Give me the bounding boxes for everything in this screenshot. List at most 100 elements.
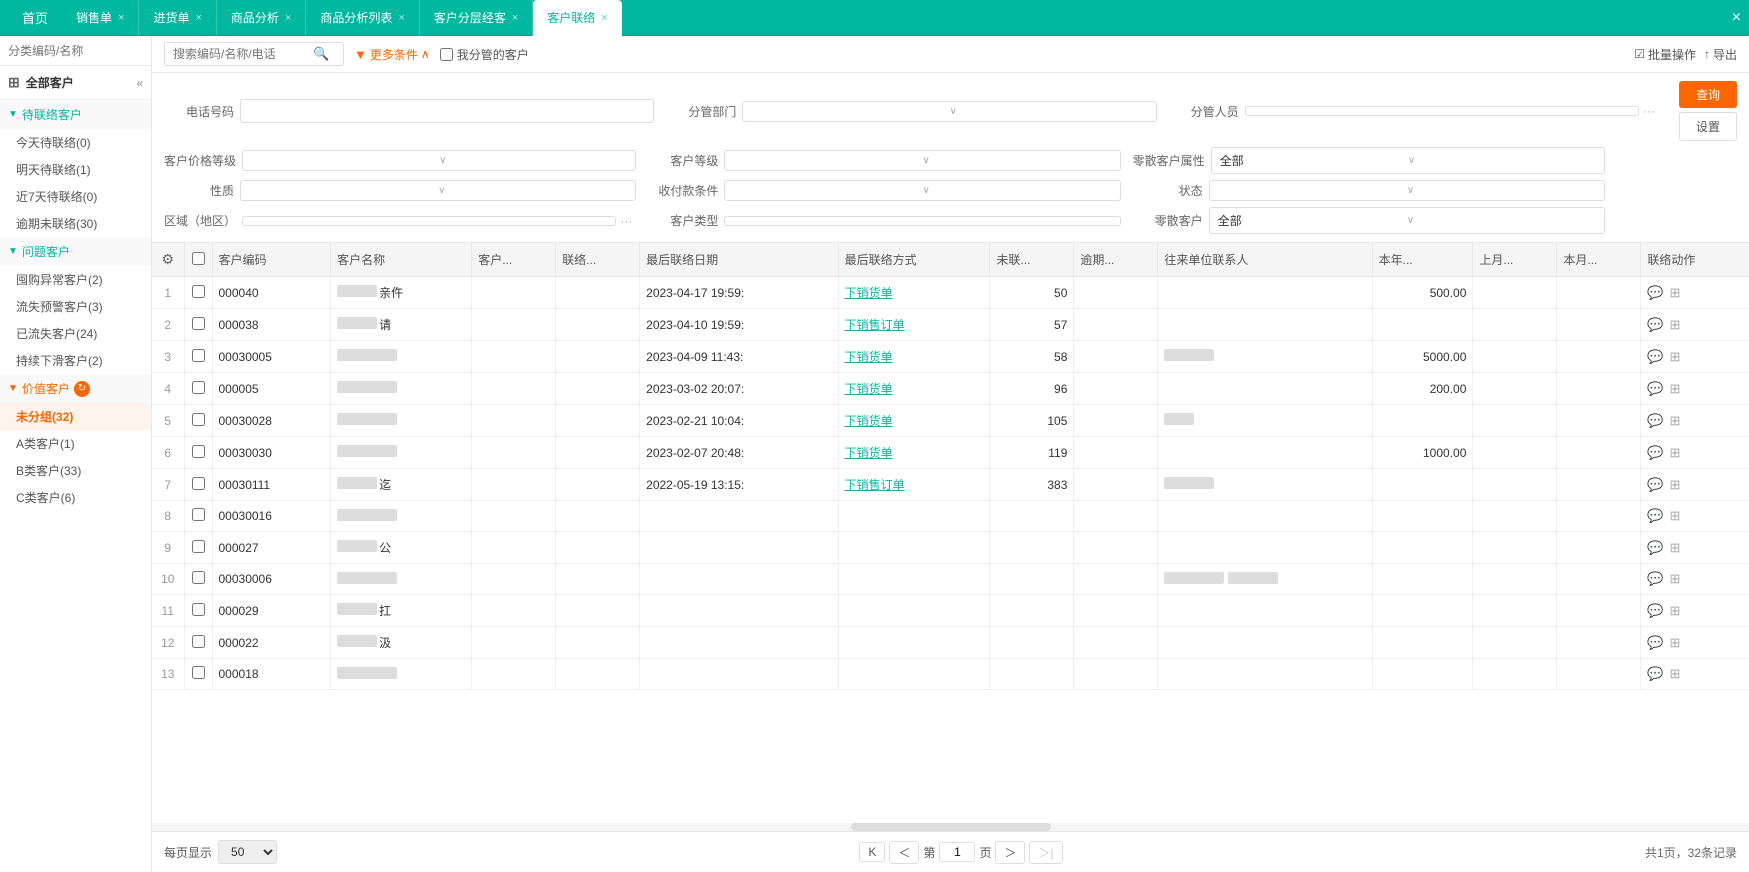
sidebar-all-customers[interactable]: ⊞ 全部客户 « [0,66,151,100]
batch-operation-button[interactable]: ☑ 批量操作 [1634,46,1696,63]
filter-retail-select[interactable]: 全部 ∨ [1209,207,1605,234]
more-action-icon[interactable]: ⊞ [1670,571,1681,587]
filter-customer-level-select[interactable]: ∨ [724,150,1120,171]
filter-nature-select[interactable]: ∨ [240,180,636,201]
row-checkbox[interactable] [192,571,205,584]
sidebar-item-tomorrow[interactable]: 明天待联络(1) [0,156,151,183]
filter-status-select[interactable]: ∨ [1209,180,1605,201]
row-checkbox-cell[interactable] [184,437,212,469]
th-checkbox[interactable] [184,243,212,277]
row-checkbox[interactable] [192,317,205,330]
more-icon[interactable]: ··· [620,214,632,228]
contact-icon[interactable]: 💬 [1647,540,1663,556]
more-action-icon[interactable]: ⊞ [1670,508,1681,524]
sidebar-item-c-class[interactable]: C类客户(6) [0,484,151,511]
sidebar-item-overdue[interactable]: 逾期未联络(30) [0,210,151,237]
row-checkbox[interactable] [192,635,205,648]
more-options-icon[interactable]: ··· [1643,104,1655,118]
contact-way-link[interactable]: 下销货单 [845,286,893,300]
close-icon[interactable]: × [285,12,291,24]
contact-icon[interactable]: 💬 [1647,413,1663,429]
tab-purchase-order[interactable]: 进货单 × [139,0,216,36]
tab-sales-order[interactable]: 销售单 × [62,0,139,36]
close-icon[interactable]: × [512,12,518,24]
row-checkbox[interactable] [192,666,205,679]
filter-retail-attr-select[interactable]: 全部 ∨ [1211,147,1605,174]
row-checkbox-cell[interactable] [184,469,212,501]
close-icon[interactable]: × [118,12,124,24]
more-action-icon[interactable]: ⊞ [1670,666,1681,682]
contact-icon[interactable]: 💬 [1647,477,1663,493]
more-action-icon[interactable]: ⊞ [1670,603,1681,619]
more-action-icon[interactable]: ⊞ [1670,635,1681,651]
reset-button[interactable]: 设置 [1679,112,1737,141]
sidebar-item-b-class[interactable]: B类客户(33) [0,457,151,484]
sidebar-item-abnormal[interactable]: 囤购异常客户(2) [0,266,151,293]
last-page-button[interactable]: ＞| [1029,841,1062,864]
filter-region-select[interactable] [242,216,616,226]
row-checkbox-cell[interactable] [184,627,212,659]
next-page-button[interactable]: ＞ [995,841,1025,864]
row-checkbox[interactable] [192,540,205,553]
contact-icon[interactable]: 💬 [1647,285,1663,301]
contact-way-link[interactable]: 下销售订单 [845,478,905,492]
row-checkbox-cell[interactable] [184,277,212,309]
export-button[interactable]: ↑ 导出 [1704,46,1737,63]
row-checkbox[interactable] [192,381,205,394]
filter-manager-select[interactable] [1245,106,1639,116]
row-checkbox-cell[interactable] [184,309,212,341]
row-checkbox-cell[interactable] [184,595,212,627]
first-page-button[interactable]: K [859,842,885,862]
sidebar-item-churned[interactable]: 已流失客户(24) [0,320,151,347]
contact-icon[interactable]: 💬 [1647,349,1663,365]
close-icon[interactable]: × [601,12,607,24]
close-icon[interactable]: × [398,12,404,24]
row-checkbox-cell[interactable] [184,373,212,405]
page-size-select[interactable]: 50 20 100 [218,840,277,864]
sidebar-item-churn-warning[interactable]: 流失预警客户(3) [0,293,151,320]
contact-way-link[interactable]: 下销售订单 [845,318,905,332]
contact-icon[interactable]: 💬 [1647,317,1663,333]
contact-way-link[interactable]: 下销货单 [845,446,893,460]
row-checkbox[interactable] [192,603,205,616]
filter-price-level-select[interactable]: ∨ [242,150,636,171]
more-action-icon[interactable]: ⊞ [1670,477,1681,493]
select-all-checkbox[interactable] [192,252,205,265]
contact-icon[interactable]: 💬 [1647,445,1663,461]
prev-page-button[interactable]: ＜ [889,841,919,864]
more-action-icon[interactable]: ⊞ [1670,445,1681,461]
scrollbar-thumb[interactable] [851,823,1051,831]
filter-payment-select[interactable]: ∨ [724,180,1120,201]
row-checkbox-cell[interactable] [184,341,212,373]
sidebar-group-pending[interactable]: ▼ 待联络客户 [0,100,151,129]
row-checkbox[interactable] [192,477,205,490]
sidebar-item-7days[interactable]: 近7天待联络(0) [0,183,151,210]
tab-customer-contact[interactable]: 客户联络 × [533,0,621,36]
tab-customer-segment[interactable]: 客户分层经客 × [420,0,533,36]
filter-dept-select[interactable]: ∨ [742,101,1156,122]
row-checkbox-cell[interactable] [184,501,212,532]
contact-icon[interactable]: 💬 [1647,508,1663,524]
close-icon[interactable]: × [195,12,201,24]
horizontal-scrollbar[interactable] [152,823,1749,831]
my-customer-checkbox-label[interactable]: 我分管的客户 [440,46,529,63]
row-checkbox[interactable] [192,413,205,426]
more-action-icon[interactable]: ⊞ [1670,413,1681,429]
row-checkbox-cell[interactable] [184,532,212,564]
contact-way-link[interactable]: 下销货单 [845,414,893,428]
close-all-icon[interactable]: × [1732,9,1741,27]
more-action-icon[interactable]: ⊞ [1670,317,1681,333]
filter-search-icon[interactable]: 🔍 [313,46,329,62]
more-filter-button[interactable]: ▼ 更多条件 ∧ [354,46,430,63]
sidebar-search-input[interactable] [8,44,152,58]
sidebar-group-value[interactable]: ▼ 价值客户 ↻ [0,374,151,403]
row-checkbox[interactable] [192,508,205,521]
settings-icon[interactable]: ⚙ [161,251,174,267]
filter-search-input[interactable] [173,47,313,61]
contact-icon[interactable]: 💬 [1647,666,1663,682]
sidebar-item-a-class[interactable]: A类客户(1) [0,430,151,457]
row-checkbox[interactable] [192,445,205,458]
contact-icon[interactable]: 💬 [1647,635,1663,651]
th-settings[interactable]: ⚙ [152,243,184,277]
tab-product-analysis-list[interactable]: 商品分析列表 × [306,0,419,36]
